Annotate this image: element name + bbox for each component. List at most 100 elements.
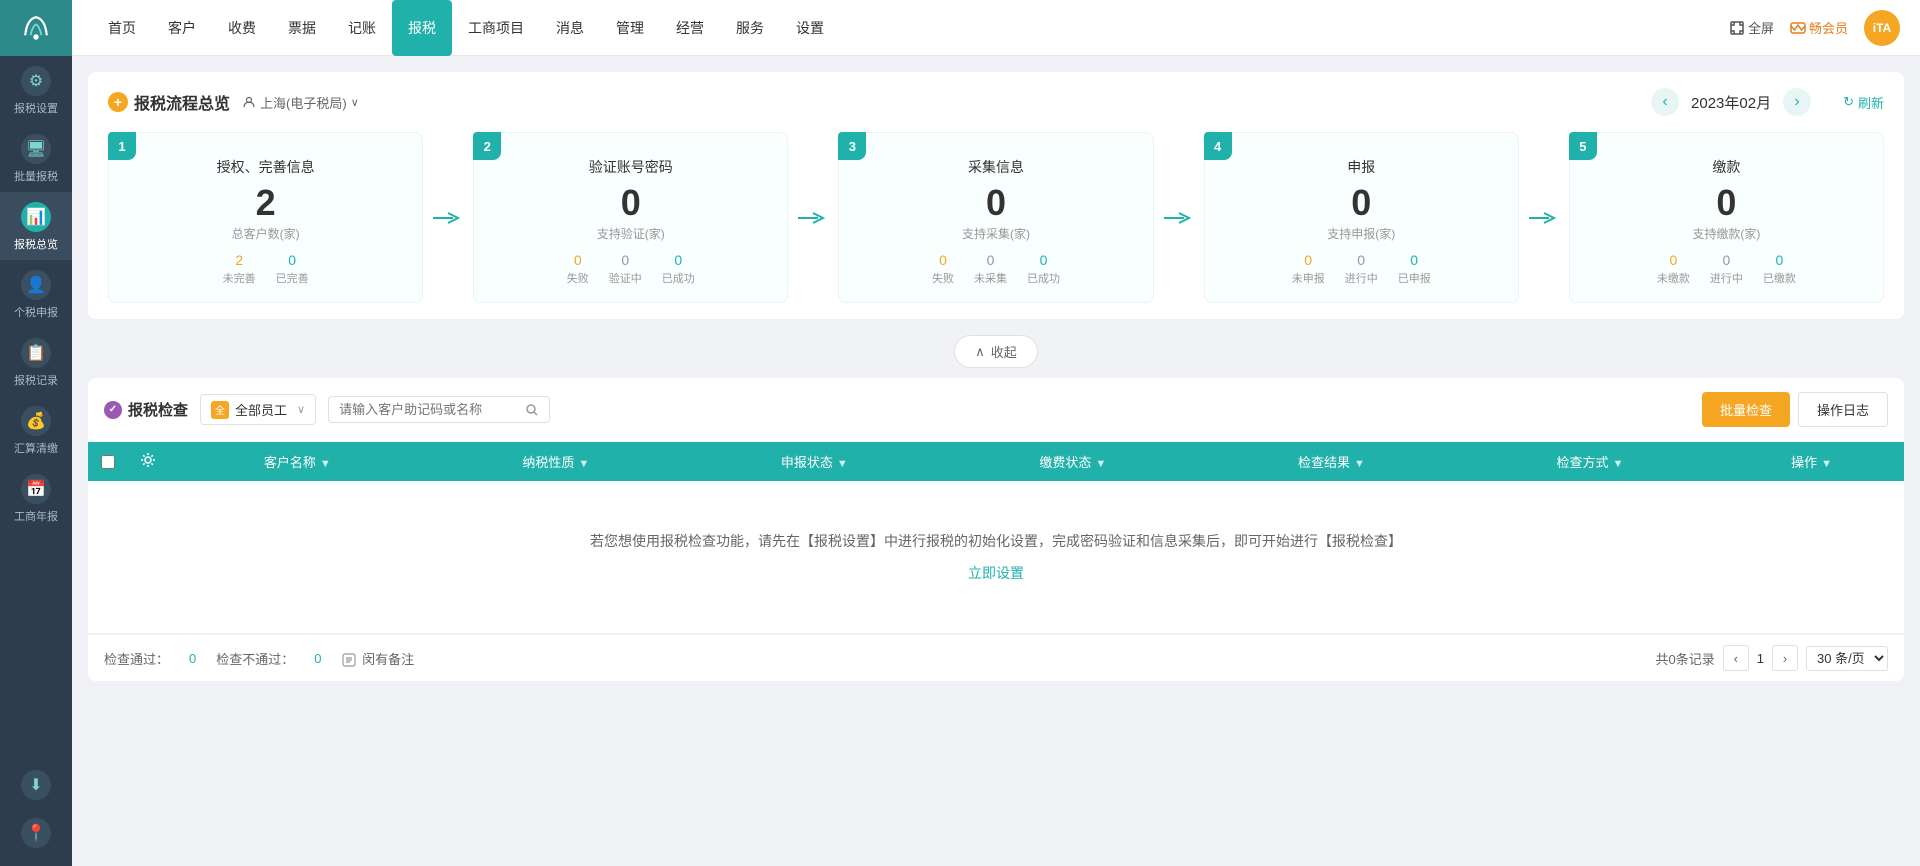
step-label: 申报: [1347, 157, 1375, 177]
nav-tax[interactable]: 报税: [392, 0, 452, 56]
select-all-checkbox[interactable]: [101, 455, 115, 469]
refresh-button[interactable]: ↻ 刷新: [1843, 93, 1884, 112]
nav-operation[interactable]: 经营: [660, 0, 720, 56]
sidebar-item-annual-report[interactable]: 📅 工商年报: [0, 464, 72, 532]
prev-page-button[interactable]: ‹: [1723, 645, 1749, 671]
note-icon: [342, 653, 356, 667]
operation-log-button[interactable]: 操作日志: [1798, 392, 1888, 427]
step-number: 3: [838, 132, 866, 160]
flow-step-5: 5 缴款 0 支持缴款(家) 0 未缴款 0 进行中 0 已缴款: [1569, 132, 1884, 303]
search-input[interactable]: [339, 402, 519, 417]
empty-state: 若您想使用报税检查功能，请先在【报税设置】中进行报税的初始化设置，完成密码验证和…: [88, 481, 1904, 634]
step-arrow-3: [1154, 132, 1204, 303]
pagination: 共0条记录 ‹ 1 › 30 条/页: [1656, 645, 1888, 671]
step-stats: 2 未完善 0 已完善: [223, 252, 309, 286]
search-icon[interactable]: [525, 403, 539, 417]
nav-accounting[interactable]: 记账: [332, 0, 392, 56]
content-area: + 报税流程总览 上海(电子税局) ∨ ‹ 2023年02月 ›: [72, 56, 1920, 866]
page-number: 1: [1757, 651, 1764, 666]
settings-icon[interactable]: [140, 452, 156, 468]
col-operation: 操作▼: [1719, 442, 1904, 481]
step-stats: 0 失败 0 未采集 0 已成功: [932, 252, 1060, 286]
per-page-select[interactable]: 30 条/页: [1806, 646, 1888, 671]
tax-settings-icon: ⚙: [21, 66, 51, 96]
vip-button[interactable]: 畅会员: [1790, 18, 1848, 37]
batch-check-button[interactable]: 批量检查: [1702, 392, 1790, 427]
settlement-icon: 💰: [21, 406, 51, 436]
sidebar-item-batch-tax[interactable]: 🖥 批量报税: [0, 124, 72, 192]
nav-settings[interactable]: 设置: [780, 0, 840, 56]
check-table-wrap: 客户名称▼ 纳税性质▼ 申报状态▼ 缴费状态▼ 检查结果▼ 检查方式▼ 操作▼: [88, 442, 1904, 634]
current-month: 2023年02月: [1691, 92, 1771, 113]
sidebar-item-tax-record[interactable]: 📋 报税记录: [0, 328, 72, 396]
step-arrow-4: [1519, 132, 1569, 303]
flow-steps: 1 授权、完善信息 2 总客户数(家) 2 未完善 0 已完善 2 验证账号密码…: [108, 132, 1884, 303]
flow-title: + 报税流程总览: [108, 90, 230, 114]
flow-step-4: 4 申报 0 支持申报(家) 0 未申报 0 进行中 0 已申报: [1204, 132, 1519, 303]
staff-icon: 全: [211, 401, 229, 419]
prev-month-button[interactable]: ‹: [1651, 88, 1679, 116]
sidebar-item-tax-settings[interactable]: ⚙ 报税设置: [0, 56, 72, 124]
next-page-button[interactable]: ›: [1772, 645, 1798, 671]
staff-selector[interactable]: 全 全部员工 ∨: [200, 394, 316, 425]
plus-icon: +: [108, 92, 128, 112]
step-sublabel: 支持采集(家): [962, 225, 1030, 242]
nav-message[interactable]: 消息: [540, 0, 600, 56]
check-table: 客户名称▼ 纳税性质▼ 申报状态▼ 缴费状态▼ 检查结果▼ 检查方式▼ 操作▼: [88, 442, 1904, 634]
fullscreen-button[interactable]: 全屏: [1730, 18, 1774, 37]
setup-link[interactable]: 立即设置: [120, 563, 1872, 583]
fail-label: 检查不通过：: [216, 649, 294, 668]
stat-item: 0 已申报: [1398, 252, 1431, 286]
sidebar-item-personal-report[interactable]: 👤 个税申报: [0, 260, 72, 328]
annual-report-icon: 📅: [21, 474, 51, 504]
fail-count[interactable]: 0: [314, 651, 321, 666]
nav-business[interactable]: 工商项目: [452, 0, 540, 56]
collapse-button[interactable]: ∧ 收起: [954, 335, 1038, 368]
step-number: 4: [1204, 132, 1232, 160]
nav-customer[interactable]: 客户: [152, 0, 212, 56]
col-check-method: 检查方式▼: [1461, 442, 1720, 481]
col-pay-status: 缴费状态▼: [944, 442, 1203, 481]
nav-fee[interactable]: 收费: [212, 0, 272, 56]
flow-step-2: 2 验证账号密码 0 支持验证(家) 0 失败 0 验证中 0 已成功: [473, 132, 788, 303]
download-icon: ⬇: [21, 770, 51, 800]
step-count: 0: [1351, 185, 1371, 221]
flow-step-1: 1 授权、完善信息 2 总客户数(家) 2 未完善 0 已完善: [108, 132, 423, 303]
tax-record-icon: 📋: [21, 338, 51, 368]
top-nav: 首页 客户 收费 票据 记账 报税 工商项目 消息 管理 经营 服务 设置 全屏: [72, 0, 1920, 56]
stat-item: 0 未缴款: [1657, 252, 1690, 286]
step-count: 0: [621, 185, 641, 221]
step-count: 2: [256, 185, 276, 221]
sidebar-item-location[interactable]: 📍: [0, 808, 72, 856]
sidebar-item-tax-overview[interactable]: 📊 报税总览: [0, 192, 72, 260]
step-arrow-2: [788, 132, 838, 303]
search-wrap: [328, 396, 550, 423]
sidebar-item-settlement[interactable]: 💰 汇算清缴: [0, 396, 72, 464]
stat-item: 0 验证中: [609, 252, 642, 286]
stat-item: 0 已成功: [1027, 252, 1060, 286]
stat-item: 0 进行中: [1345, 252, 1378, 286]
nav-home[interactable]: 首页: [92, 0, 152, 56]
check-title: ✓ 报税检查: [104, 399, 188, 420]
sidebar-item-download[interactable]: ⬇: [0, 760, 72, 808]
nav-management[interactable]: 管理: [600, 0, 660, 56]
main-container: 首页 客户 收费 票据 记账 报税 工商项目 消息 管理 经营 服务 设置 全屏: [72, 0, 1920, 866]
col-tax-type: 纳税性质▼: [427, 442, 686, 481]
nav-invoice[interactable]: 票据: [272, 0, 332, 56]
col-check-result: 检查结果▼: [1202, 442, 1461, 481]
nav-service[interactable]: 服务: [720, 0, 780, 56]
step-label: 验证账号密码: [589, 157, 673, 177]
location-selector[interactable]: 上海(电子税局) ∨: [242, 93, 359, 112]
avatar[interactable]: iTA: [1864, 10, 1900, 46]
month-navigation: ‹ 2023年02月 ›: [1651, 88, 1811, 116]
app-logo[interactable]: [0, 0, 72, 56]
location-icon: 📍: [21, 818, 51, 848]
toolbar-right: 批量检查 操作日志: [1702, 392, 1888, 427]
next-month-button[interactable]: ›: [1783, 88, 1811, 116]
flow-step-3: 3 采集信息 0 支持采集(家) 0 失败 0 未采集 0 已成功: [838, 132, 1153, 303]
pass-label: 检查通过：: [104, 649, 169, 668]
col-customer-name: 客户名称▼: [168, 442, 427, 481]
pass-count[interactable]: 0: [189, 651, 196, 666]
step-sublabel: 总客户数(家): [232, 225, 300, 242]
personal-report-icon: 👤: [21, 270, 51, 300]
